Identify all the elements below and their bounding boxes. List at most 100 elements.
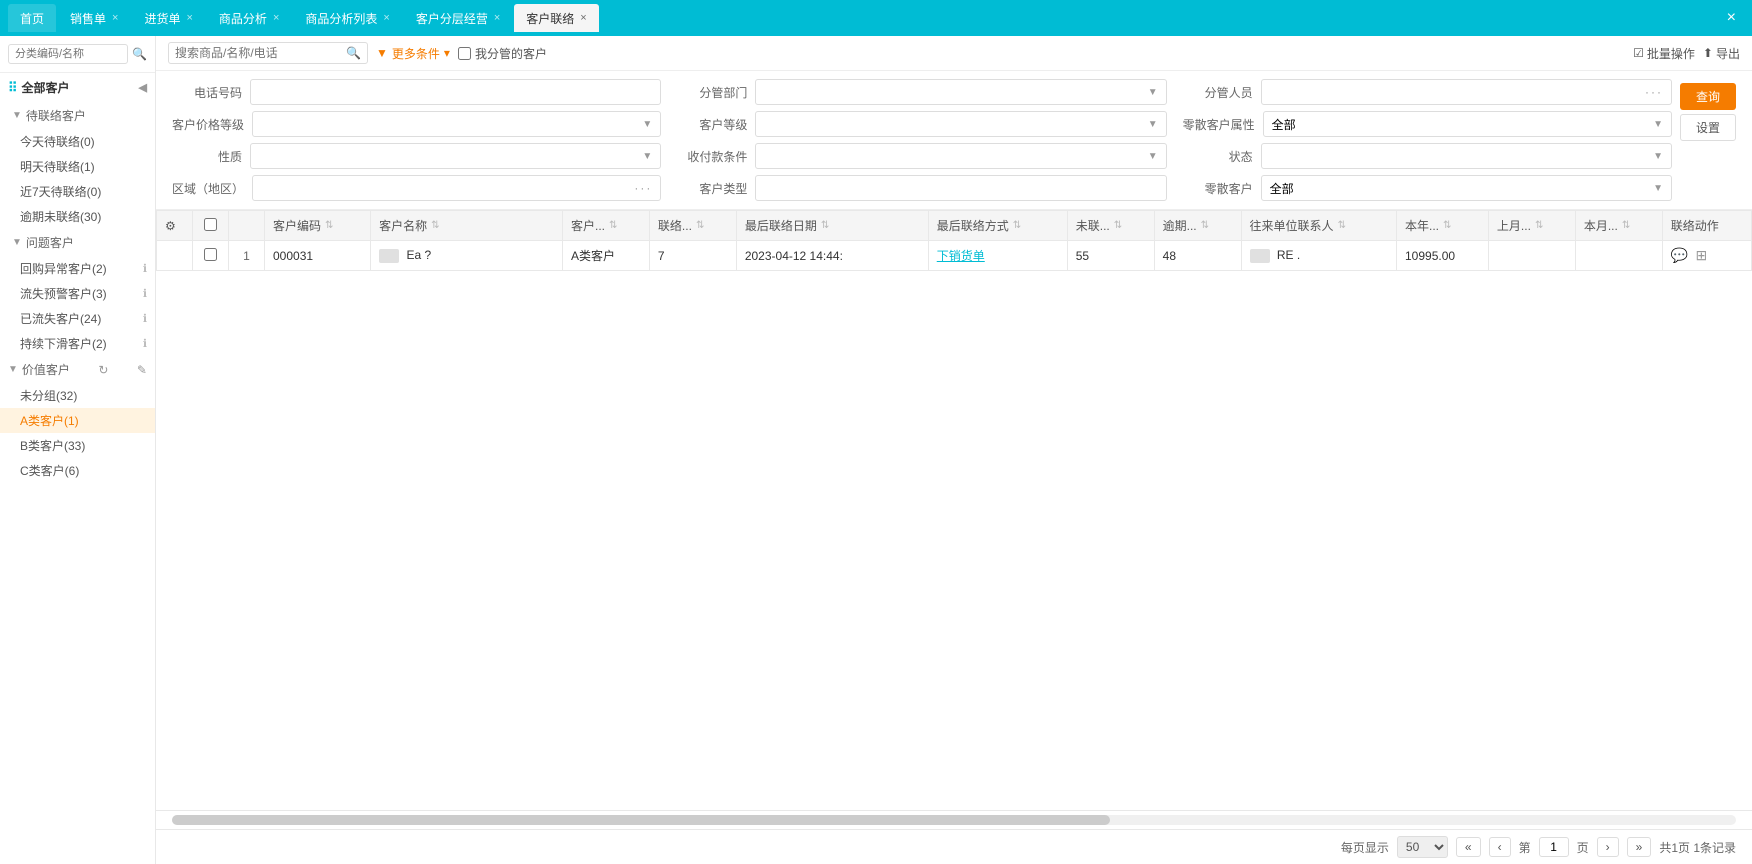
sort-overdue-icon[interactable]: ⇅ — [1201, 220, 1209, 231]
first-page-btn[interactable]: « — [1456, 837, 1481, 857]
th-checkbox[interactable] — [193, 211, 229, 241]
th-overdue[interactable]: 逾期...⇅ — [1154, 211, 1241, 241]
filter-retail-attr-dropdown[interactable]: 全部 ▼ — [1263, 111, 1672, 137]
th-this-year[interactable]: 本年...⇅ — [1397, 211, 1489, 241]
select-all-checkbox[interactable] — [204, 218, 217, 231]
sidebar-item-repurchase[interactable]: 回购异常客户(2)ℹ — [0, 256, 155, 281]
tab-purchase[interactable]: 进货单 × — [132, 4, 204, 32]
sidebar-item-overdue[interactable]: 逾期未联络(30) — [0, 204, 155, 229]
tab-product-analysis[interactable]: 商品分析 × — [207, 4, 291, 32]
prev-page-btn[interactable]: ‹ — [1489, 837, 1511, 857]
query-button[interactable]: 查询 — [1680, 83, 1736, 110]
sidebar-search-icon[interactable]: 🔍 — [132, 47, 147, 61]
row-checkbox[interactable] — [204, 248, 217, 261]
sidebar-item-7days[interactable]: 近7天待联络(0) — [0, 179, 155, 204]
sidebar-value-customers-group[interactable]: ▼ 价值客户 ↻ ✎ — [0, 356, 155, 383]
sidebar-search-input[interactable] — [8, 44, 128, 64]
sort-no-contact-icon[interactable]: ⇅ — [1114, 220, 1122, 231]
sort-name-icon[interactable]: ⇅ — [431, 220, 439, 231]
sidebar-pending-contact-group[interactable]: ▼ 待联络客户 — [0, 102, 155, 129]
filter-price-level-dropdown[interactable]: ▼ — [252, 111, 661, 137]
row-checkbox-cell[interactable] — [193, 241, 229, 271]
tab-sales[interactable]: 销售单 × — [58, 4, 130, 32]
sidebar-all-customers[interactable]: ⠿ 全部客户 ◀ — [0, 73, 155, 102]
window-close-button[interactable]: × — [1719, 9, 1744, 27]
horizontal-scrollbar[interactable] — [156, 810, 1752, 829]
tab-customer-contact[interactable]: 客户联络 × — [514, 4, 598, 32]
sort-last-method-icon[interactable]: ⇅ — [1013, 220, 1021, 231]
filter-pay-terms-dropdown[interactable]: ▼ — [755, 143, 1166, 169]
sort-code-icon[interactable]: ⇅ — [325, 220, 333, 231]
row-action-icon-2[interactable]: ⊞ — [1696, 247, 1708, 263]
sidebar-item-churned[interactable]: 已流失客户(24)ℹ — [0, 306, 155, 331]
settings-button[interactable]: 设置 — [1680, 114, 1736, 141]
per-page-select[interactable]: 50 100 200 — [1397, 836, 1448, 858]
value-refresh-icon[interactable]: ↻ — [98, 363, 108, 377]
sidebar-item-declining[interactable]: 持续下滑客户(2)ℹ — [0, 331, 155, 356]
sort-unit-contact-icon[interactable]: ⇅ — [1338, 220, 1346, 231]
th-this-month[interactable]: 本月...⇅ — [1575, 211, 1662, 241]
th-last-month[interactable]: 上月...⇅ — [1488, 211, 1575, 241]
th-code[interactable]: 客户编码⇅ — [265, 211, 371, 241]
filter-person-dropdown[interactable]: ··· — [1261, 79, 1672, 105]
sort-last-month-icon[interactable]: ⇅ — [1535, 220, 1543, 231]
sidebar-item-b-class[interactable]: B类客户(33) — [0, 433, 155, 458]
more-conditions-btn[interactable]: ▼ 更多条件 ▾ — [376, 45, 450, 62]
settings-icon[interactable]: ⚙ — [165, 219, 176, 233]
row-action-icon-1[interactable]: 💬 — [1671, 247, 1688, 263]
filter-cust-type-input[interactable] — [755, 175, 1166, 201]
tab-customer-tier-close[interactable]: × — [494, 12, 500, 24]
th-name[interactable]: 客户名称⇅ — [371, 211, 563, 241]
tab-product-list[interactable]: 商品分析列表 × — [293, 4, 401, 32]
sidebar-item-tomorrow[interactable]: 明天待联络(1) — [0, 154, 155, 179]
row-action-cell[interactable]: 💬 ⊞ — [1662, 241, 1751, 271]
th-contact[interactable]: 联络...⇅ — [649, 211, 736, 241]
sort-type-icon[interactable]: ⇅ — [609, 220, 617, 231]
th-settings[interactable]: ⚙ — [157, 211, 193, 241]
sidebar-item-a-class[interactable]: A类客户(1) — [0, 408, 155, 433]
filter-dept-dropdown[interactable]: ▼ — [755, 79, 1166, 105]
sidebar-item-ungroup[interactable]: 未分组(32) — [0, 383, 155, 408]
next-page-btn[interactable]: › — [1597, 837, 1619, 857]
th-last-method[interactable]: 最后联络方式⇅ — [928, 211, 1067, 241]
sidebar-item-churn-warning[interactable]: 流失预警客户(3)ℹ — [0, 281, 155, 306]
row-last-method-link[interactable]: 下销货单 — [937, 249, 985, 263]
sidebar-problem-customers-group[interactable]: ▼ 问题客户 — [0, 229, 155, 256]
tab-sales-close[interactable]: × — [112, 12, 118, 24]
th-last-date[interactable]: 最后联络日期⇅ — [736, 211, 928, 241]
filter-level-dropdown[interactable]: ▼ — [755, 111, 1166, 137]
filter-region-dropdown[interactable]: ··· — [252, 175, 661, 201]
tab-customer-contact-close[interactable]: × — [580, 12, 586, 24]
page-input[interactable] — [1539, 837, 1569, 857]
sort-this-month-icon[interactable]: ⇅ — [1622, 220, 1630, 231]
filter-search-icon[interactable]: 🔍 — [346, 46, 361, 60]
th-unit-contact[interactable]: 往来单位联系人⇅ — [1241, 211, 1396, 241]
my-customers-checkbox[interactable] — [458, 47, 471, 60]
filter-nature-dropdown[interactable]: ▼ — [250, 143, 661, 169]
filter-phone-field[interactable] — [257, 85, 654, 99]
last-page-btn[interactable]: » — [1627, 837, 1652, 857]
tab-product-list-close[interactable]: × — [383, 12, 389, 24]
tab-home[interactable]: 首页 — [8, 4, 56, 32]
sort-this-year-icon[interactable]: ⇅ — [1443, 220, 1451, 231]
sidebar-collapse-icon[interactable]: ◀ — [139, 81, 147, 94]
tab-purchase-close[interactable]: × — [186, 12, 192, 24]
scrollbar-thumb[interactable] — [172, 815, 1110, 825]
export-btn[interactable]: ⬆ 导出 — [1703, 45, 1740, 62]
value-edit-icon[interactable]: ✎ — [137, 363, 147, 377]
sidebar-item-c-class[interactable]: C类客户(6) — [0, 458, 155, 483]
filter-status-dropdown[interactable]: ▼ — [1261, 143, 1672, 169]
filter-search-input[interactable] — [175, 46, 342, 60]
sidebar-item-today[interactable]: 今天待联络(0) — [0, 129, 155, 154]
row-last-method-cell[interactable]: 下销货单 — [928, 241, 1067, 271]
filter-cust-type-field[interactable] — [762, 181, 1159, 195]
filter-phone-input[interactable] — [250, 79, 661, 105]
sort-last-date-icon[interactable]: ⇅ — [821, 220, 829, 231]
batch-op-btn[interactable]: ☑ 批量操作 — [1633, 45, 1695, 62]
scrollbar-track[interactable] — [172, 815, 1736, 825]
sort-contact-icon[interactable]: ⇅ — [696, 220, 704, 231]
tab-product-analysis-close[interactable]: × — [273, 12, 279, 24]
th-type[interactable]: 客户...⇅ — [563, 211, 650, 241]
filter-retail-dropdown[interactable]: 全部 ▼ — [1261, 175, 1672, 201]
tab-customer-tier[interactable]: 客户分层经营 × — [404, 4, 512, 32]
